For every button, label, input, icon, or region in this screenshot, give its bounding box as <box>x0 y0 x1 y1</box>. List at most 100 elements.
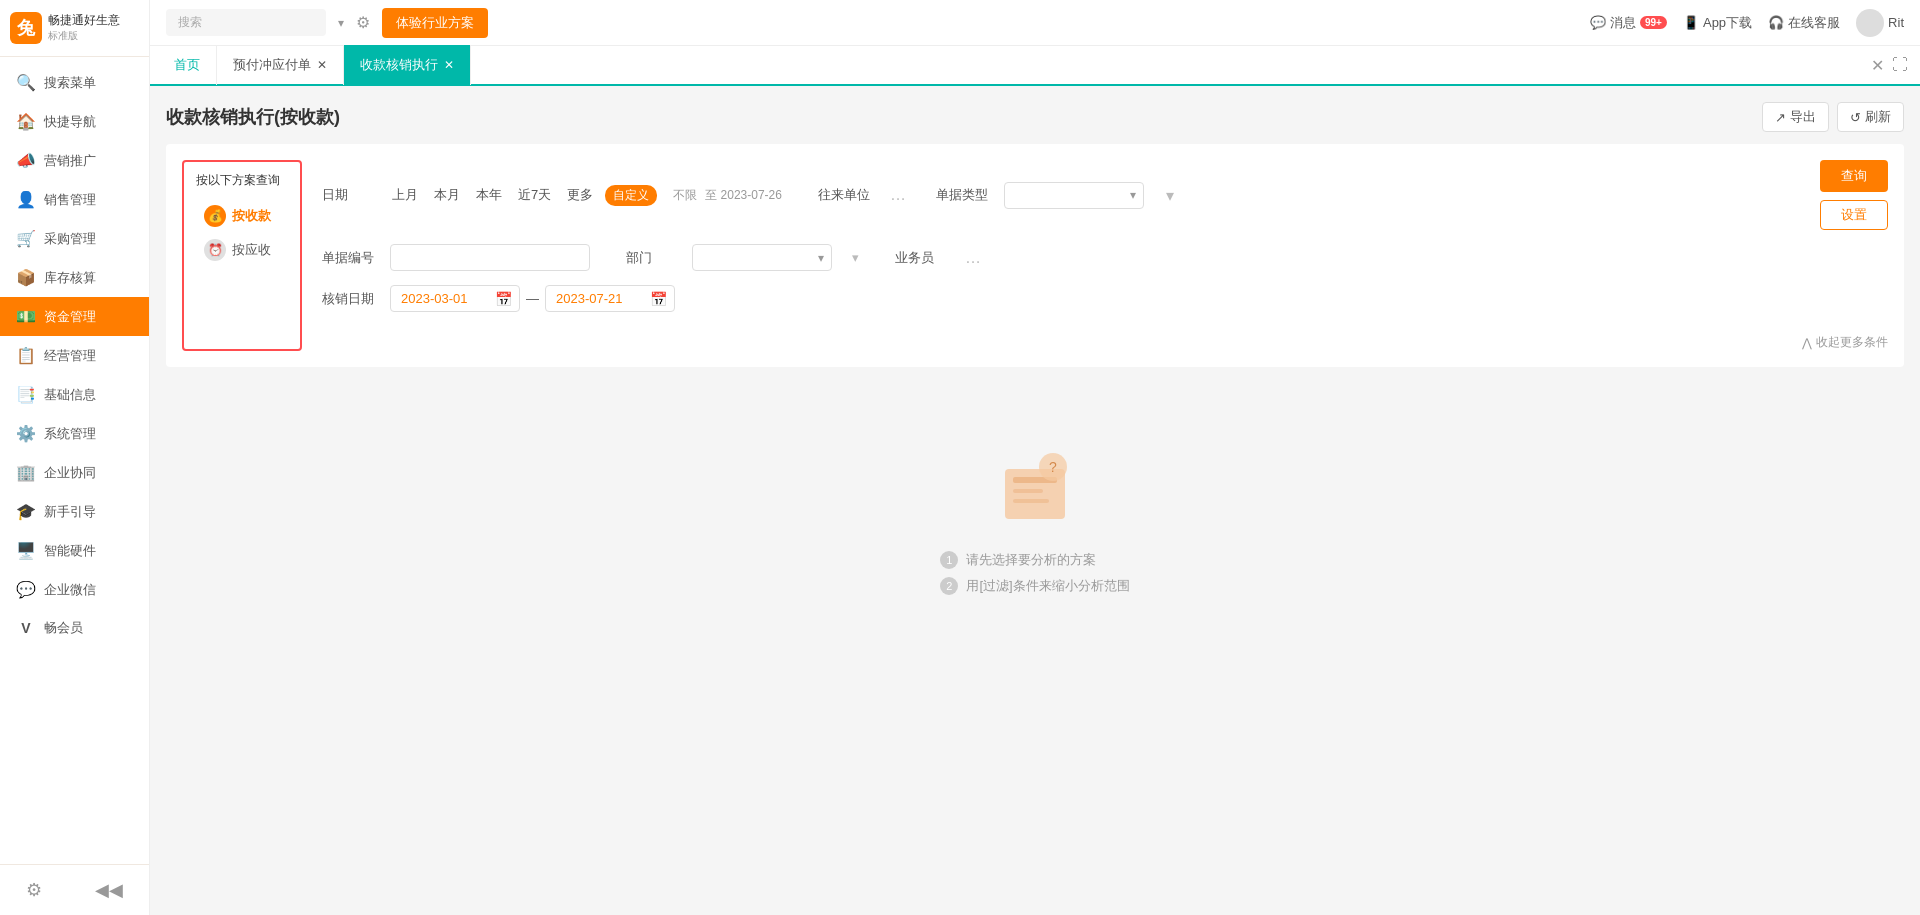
shortcut-more[interactable]: 更多 <box>563 184 597 206</box>
setting-button[interactable]: 设置 <box>1820 200 1888 230</box>
bill-type-dots[interactable]: ▾ <box>1162 186 1178 205</box>
topbar-right: 💬 消息 99+ 📱 App下载 🎧 在线客服 Rit <box>1590 9 1904 37</box>
sidebar-label-search: 搜索菜单 <box>44 74 96 92</box>
topbar-chevron-icon[interactable]: ▾ <box>338 16 344 30</box>
filter-fields: 日期 上月 本月 本年 近7天 更多 自定义 不限 至 2023-07-26 往… <box>322 160 1888 351</box>
user-area[interactable]: Rit <box>1856 9 1904 37</box>
sidebar-item-sales[interactable]: 👤 销售管理 <box>0 180 149 219</box>
svg-rect-2 <box>1013 489 1043 493</box>
message-badge: 99+ <box>1640 16 1667 29</box>
shortcut-last-month[interactable]: 上月 <box>388 184 422 206</box>
shortcut-7days[interactable]: 近7天 <box>514 184 555 206</box>
sidebar-label-business: 经营管理 <box>44 347 96 365</box>
query-button[interactable]: 查询 <box>1820 160 1888 192</box>
filter-row-2: 单据编号 部门 ▾ 业务员 … <box>322 244 1888 271</box>
filter-option-receivable-label: 按应收 <box>232 241 271 259</box>
bill-type-select-wrap <box>1004 182 1144 209</box>
message-label: 消息 <box>1610 14 1636 32</box>
sidebar-bottom: ⚙ ◀◀ <box>0 864 149 915</box>
settings-bottom-icon[interactable]: ⚙ <box>20 873 48 907</box>
sidebar-item-inventory[interactable]: 📦 库存核算 <box>0 258 149 297</box>
export-button[interactable]: ↗ 导出 <box>1762 102 1829 132</box>
app-download-btn[interactable]: 📱 App下载 <box>1683 14 1752 32</box>
system-icon: ⚙️ <box>16 424 36 443</box>
topbar-gear-icon[interactable]: ⚙ <box>356 13 370 32</box>
sidebar-item-collab[interactable]: 🏢 企业协同 <box>0 453 149 492</box>
dept-select[interactable] <box>692 244 832 271</box>
sidebar-item-purchase[interactable]: 🛒 采购管理 <box>0 219 149 258</box>
sidebar-label-marketing: 营销推广 <box>44 152 96 170</box>
app-name: 畅捷通好生意 <box>48 13 120 29</box>
sidebar-item-basic[interactable]: 📑 基础信息 <box>0 375 149 414</box>
industry-btn[interactable]: 体验行业方案 <box>382 8 488 38</box>
sidebar-item-hardware[interactable]: 🖥️ 智能硬件 <box>0 531 149 570</box>
dept-chevron-icon: ▾ <box>852 250 859 265</box>
app-logo-icon: 兔 <box>10 12 42 44</box>
collapse-btn[interactable]: ⋀ 收起更多条件 <box>1802 334 1888 351</box>
sidebar-item-marketing[interactable]: 📣 营销推广 <box>0 141 149 180</box>
filter-actions: 查询 设置 <box>1820 160 1888 230</box>
tab-prepay[interactable]: 预付冲应付单 ✕ <box>217 45 344 85</box>
empty-tip-1: 1 请先选择要分析的方案 <box>940 551 1129 569</box>
sidebar-item-business[interactable]: 📋 经营管理 <box>0 336 149 375</box>
tab-prepay-close[interactable]: ✕ <box>317 58 327 72</box>
tip-num-1: 1 <box>940 551 958 569</box>
shortcut-custom[interactable]: 自定义 <box>605 185 657 206</box>
writeoff-date-start-wrap: 📅 <box>390 285 520 312</box>
sidebar-item-wechat[interactable]: 💬 企业微信 <box>0 570 149 609</box>
headset-icon: 🎧 <box>1768 15 1784 30</box>
collapse-label: 收起更多条件 <box>1816 334 1888 351</box>
writeoff-date-end-input[interactable] <box>545 285 675 312</box>
filter-option-by-receivable[interactable]: ⏰ 按应收 <box>196 233 288 267</box>
tab-home[interactable]: 首页 <box>158 45 217 85</box>
sidebar-label-system: 系统管理 <box>44 425 96 443</box>
app-version: 标准版 <box>48 29 120 43</box>
sidebar-label-shortcut: 快捷导航 <box>44 113 96 131</box>
online-service-btn[interactable]: 🎧 在线客服 <box>1768 14 1840 32</box>
sidebar-label-inventory: 库存核算 <box>44 269 96 287</box>
shortcut-this-year[interactable]: 本年 <box>472 184 506 206</box>
topbar-search[interactable]: 搜索 <box>166 9 326 36</box>
collapse-icon: ⋀ <box>1802 336 1812 350</box>
member-icon: V <box>16 620 36 636</box>
inventory-icon: 📦 <box>16 268 36 287</box>
bill-no-label: 单据编号 <box>322 249 374 267</box>
sidebar-item-search[interactable]: 🔍 搜索菜单 <box>0 63 149 102</box>
marketing-icon: 📣 <box>16 151 36 170</box>
sidebar-item-shortcut[interactable]: 🏠 快捷导航 <box>0 102 149 141</box>
shortcut-this-month[interactable]: 本月 <box>430 184 464 206</box>
filter-scheme-panel: 按以下方案查询 💰 按收款 ⏰ 按应收 <box>182 160 302 351</box>
home-icon: 🏠 <box>16 112 36 131</box>
bill-no-input[interactable] <box>390 244 590 271</box>
refresh-button[interactable]: ↺ 刷新 <box>1837 102 1904 132</box>
tab-close-all-icon[interactable]: ✕ <box>1871 56 1884 75</box>
tab-receivable-close[interactable]: ✕ <box>444 58 454 72</box>
page-title: 收款核销执行(按收款) <box>166 105 340 129</box>
bill-type-select[interactable] <box>1004 182 1144 209</box>
partner-dots-btn[interactable]: … <box>886 186 910 204</box>
sidebar-label-sales: 销售管理 <box>44 191 96 209</box>
writeoff-date-start-input[interactable] <box>390 285 520 312</box>
staff-dots-btn[interactable]: … <box>961 249 985 267</box>
filter-section-title: 按以下方案查询 <box>196 172 288 189</box>
tab-prepay-label: 预付冲应付单 <box>233 56 311 74</box>
collapse-sidebar-icon[interactable]: ◀◀ <box>89 873 129 907</box>
filter-option-by-receipt[interactable]: 💰 按收款 <box>196 199 288 233</box>
sidebar-item-finance[interactable]: 💵 资金管理 <box>0 297 149 336</box>
sidebar-label-hardware: 智能硬件 <box>44 542 96 560</box>
sidebar-item-guide[interactable]: 🎓 新手引导 <box>0 492 149 531</box>
sidebar-item-system[interactable]: ⚙️ 系统管理 <box>0 414 149 453</box>
writeoff-date-label: 核销日期 <box>322 290 374 308</box>
tip-text-1: 请先选择要分析的方案 <box>966 551 1096 569</box>
receipt-option-icon: 💰 <box>204 205 226 227</box>
tab-receivable[interactable]: 收款核销执行 ✕ <box>344 45 471 85</box>
partner-label: 往来单位 <box>818 186 870 204</box>
sidebar-label-collab: 企业协同 <box>44 464 96 482</box>
tab-home-label: 首页 <box>174 56 200 74</box>
wechat-icon: 💬 <box>16 580 36 599</box>
message-btn[interactable]: 💬 消息 99+ <box>1590 14 1667 32</box>
sidebar-item-member[interactable]: V 畅会员 <box>0 609 149 647</box>
tip-num-2: 2 <box>940 577 958 595</box>
tab-expand-icon[interactable]: ⛶ <box>1892 56 1908 75</box>
basic-icon: 📑 <box>16 385 36 404</box>
